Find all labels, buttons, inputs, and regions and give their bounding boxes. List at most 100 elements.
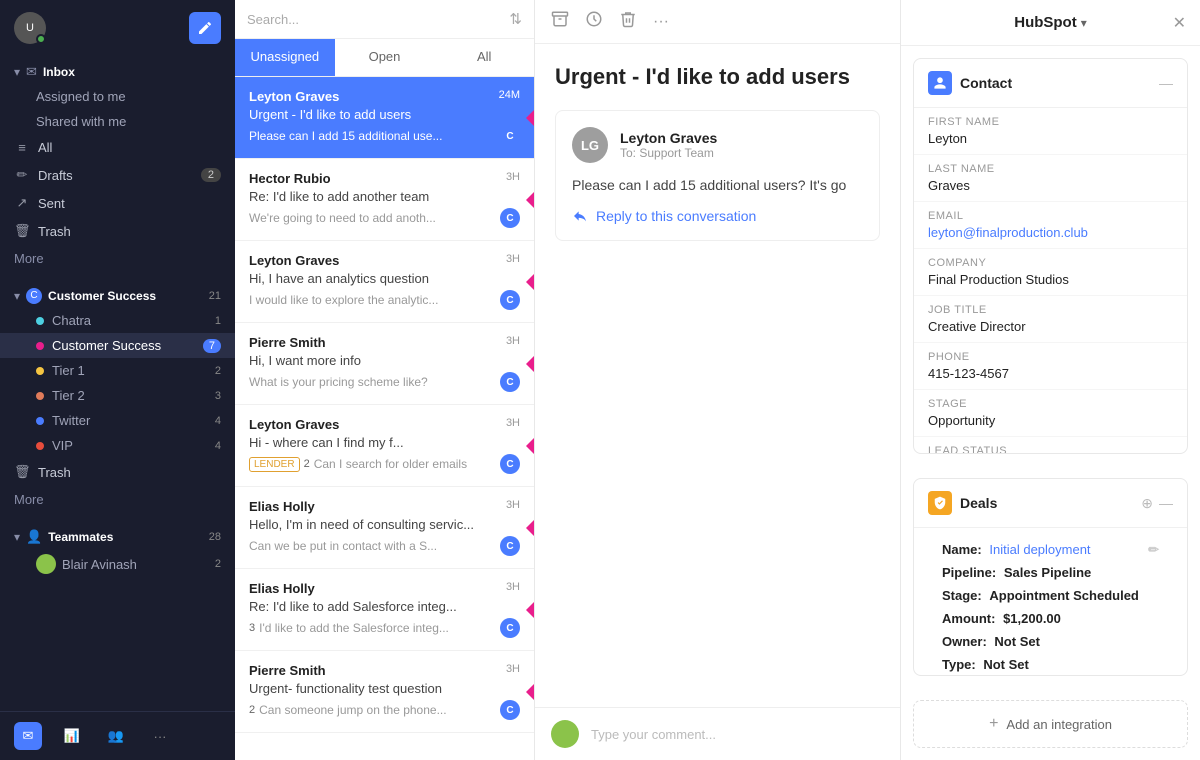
conv-item[interactable]: Elias Holly 3H Re: I'd like to add Sales… [235, 569, 534, 651]
conv-footer: Can we be put in contact with a S... C [249, 536, 520, 556]
teammates-header[interactable]: ▾ 👤 Teammates 28 [0, 521, 235, 549]
archive-icon[interactable] [551, 10, 569, 33]
sender-info: Leyton Graves To: Support Team [620, 130, 717, 160]
conv-item[interactable]: Pierre Smith 3H Urgent- functionality te… [235, 651, 534, 733]
inbox-bottom-icon[interactable]: ✉ [14, 722, 42, 750]
conv-item[interactable]: Pierre Smith 3H Hi, I want more info Wha… [235, 323, 534, 405]
conv-preview: Please can I add 15 additional use... [249, 129, 442, 143]
sidebar-item-chatra[interactable]: Chatra 1 [0, 308, 235, 333]
sidebar-item-vip[interactable]: VIP 4 [0, 433, 235, 458]
analytics-icon[interactable]: 📊 [58, 722, 86, 750]
sidebar-item-tier1[interactable]: Tier 1 2 [0, 358, 235, 383]
deals-icon [928, 491, 952, 515]
deal-name-value[interactable]: Initial deployment [989, 542, 1090, 557]
conv-footer-left: 2 Can someone jump on the phone... [249, 703, 500, 717]
first-name-label: FIRST NAME [928, 116, 1173, 128]
chatra-badge: 1 [215, 315, 221, 327]
contact-title: Contact [960, 75, 1151, 91]
add-integration-button[interactable]: + Add an integration [913, 700, 1188, 748]
blair-badge: 2 [215, 558, 221, 570]
sidebar-more-cs[interactable]: More [0, 486, 235, 513]
tab-all[interactable]: All [434, 39, 534, 76]
conv-num: 2 [304, 458, 310, 470]
sidebar-item-all[interactable]: ≡ All [0, 134, 235, 161]
cs-sub-badge: 7 [203, 339, 221, 353]
drafts-badge: 2 [201, 168, 221, 182]
deal-type-value: Not Set [983, 657, 1029, 672]
sidebar-item-assigned[interactable]: Assigned to me [0, 84, 235, 109]
trash2-icon: 🗑 [14, 464, 30, 480]
sidebar-item-sent[interactable]: ↗ Sent [0, 189, 235, 217]
sidebar-item-drafts[interactable]: ✏ Drafts 2 [0, 161, 235, 189]
conv-item[interactable]: Elias Holly 3H Hello, I'm in need of con… [235, 487, 534, 569]
search-input[interactable] [247, 12, 501, 27]
dropdown-icon[interactable]: ▾ [1081, 16, 1087, 30]
user-avatar [551, 720, 579, 748]
conv-subject: Re: I'd like to add Salesforce integ... [249, 599, 520, 614]
conv-item[interactable]: Leyton Graves 3H Hi - where can I find m… [235, 405, 534, 487]
contacts-icon[interactable]: 👥 [102, 722, 130, 750]
sidebar-item-shared[interactable]: Shared with me [0, 109, 235, 134]
sidebar-item-trash2[interactable]: 🗑 Trash [0, 458, 235, 486]
conv-item-header: Pierre Smith 3H [249, 663, 520, 678]
phone-label: PHONE [928, 351, 1173, 363]
conv-sender-name: Leyton Graves [249, 417, 339, 432]
clock-icon[interactable] [585, 10, 603, 33]
sort-icon[interactable]: ⇅ [509, 10, 522, 28]
all-label: All [38, 140, 221, 155]
customer-success-header[interactable]: ▾ C Customer Success 21 [0, 280, 235, 308]
more-toolbar-icon[interactable]: ··· [653, 13, 669, 31]
conv-preview: What is your pricing scheme like? [249, 375, 428, 389]
inbox-icon: ✉ [26, 64, 37, 80]
tab-unassigned[interactable]: Unassigned [235, 39, 335, 76]
teammates-section: ▾ 👤 Teammates 28 Blair Avinash 2 [0, 521, 235, 587]
delete-icon[interactable] [619, 10, 637, 33]
conv-item[interactable]: Hector Rubio 3H Re: I'd like to add anot… [235, 159, 534, 241]
deal-name-label: Name: [942, 542, 982, 557]
more-bottom-icon[interactable]: ··· [146, 722, 174, 750]
sidebar-more-inbox[interactable]: More [0, 245, 235, 272]
tier1-label: Tier 1 [52, 363, 215, 378]
compose-button[interactable] [189, 12, 221, 44]
email-value[interactable]: leyton@finalproduction.club [928, 225, 1173, 240]
sidebar-item-blair[interactable]: Blair Avinash 2 [0, 549, 235, 579]
twitter-badge: 4 [215, 415, 221, 427]
conv-preview: Can we be put in contact with a S... [249, 539, 437, 553]
tab-open[interactable]: Open [335, 39, 435, 76]
conv-footer: Please can I add 15 additional use... C [249, 126, 520, 146]
sidebar-item-trash[interactable]: 🗑 Trash [0, 217, 235, 245]
close-icon[interactable]: ✕ [1173, 13, 1186, 33]
conv-sender-name: Pierre Smith [249, 663, 326, 678]
avatar[interactable]: U [14, 12, 46, 44]
conv-footer: 2 Can someone jump on the phone... C [249, 700, 520, 720]
deals-collapse-btn[interactable]: — [1159, 495, 1173, 512]
thread-body: Urgent - I'd like to add users LG Leyton… [535, 44, 900, 707]
cs-icon: C [26, 288, 42, 304]
deal-edit-icon[interactable]: ✏ [1148, 542, 1159, 558]
phone-value: 415-123-4567 [928, 366, 1173, 381]
deal-stage-field: Stage: Appointment Scheduled [928, 584, 1173, 607]
conv-item-header: Elias Holly 3H [249, 581, 520, 596]
chevron-icon: ▾ [14, 289, 20, 303]
vip-badge: 4 [215, 440, 221, 452]
reply-button[interactable]: Reply to this conversation [572, 208, 863, 224]
conv-subject: Re: I'd like to add another team [249, 189, 520, 204]
cs-sub-dot [36, 342, 44, 350]
comment-input[interactable] [591, 727, 884, 742]
conv-subject: Hi - where can I find my f... [249, 435, 520, 450]
sidebar-item-customer-success[interactable]: Customer Success 7 [0, 333, 235, 358]
conv-time: 3H [506, 417, 520, 429]
conv-item[interactable]: Leyton Graves 3H Hi, I have an analytics… [235, 241, 534, 323]
deal-pipeline-label: Pipeline: [942, 565, 996, 580]
contact-action-btn[interactable]: — [1159, 75, 1173, 91]
chatra-label: Chatra [52, 313, 215, 328]
inbox-header[interactable]: ▾ ✉ Inbox [0, 56, 235, 84]
contact-section: Contact — FIRST NAME Leyton LAST NAME Gr… [913, 58, 1188, 454]
deals-add-btn[interactable]: ⊕ [1141, 495, 1153, 512]
conv-avatar: C [500, 700, 520, 720]
cs-label: Customer Success [48, 289, 203, 303]
sidebar-item-tier2[interactable]: Tier 2 3 [0, 383, 235, 408]
sent-label: Sent [38, 196, 221, 211]
sidebar-item-twitter[interactable]: Twitter 4 [0, 408, 235, 433]
conv-item[interactable]: Leyton Graves 24M Urgent - I'd like to a… [235, 77, 534, 159]
